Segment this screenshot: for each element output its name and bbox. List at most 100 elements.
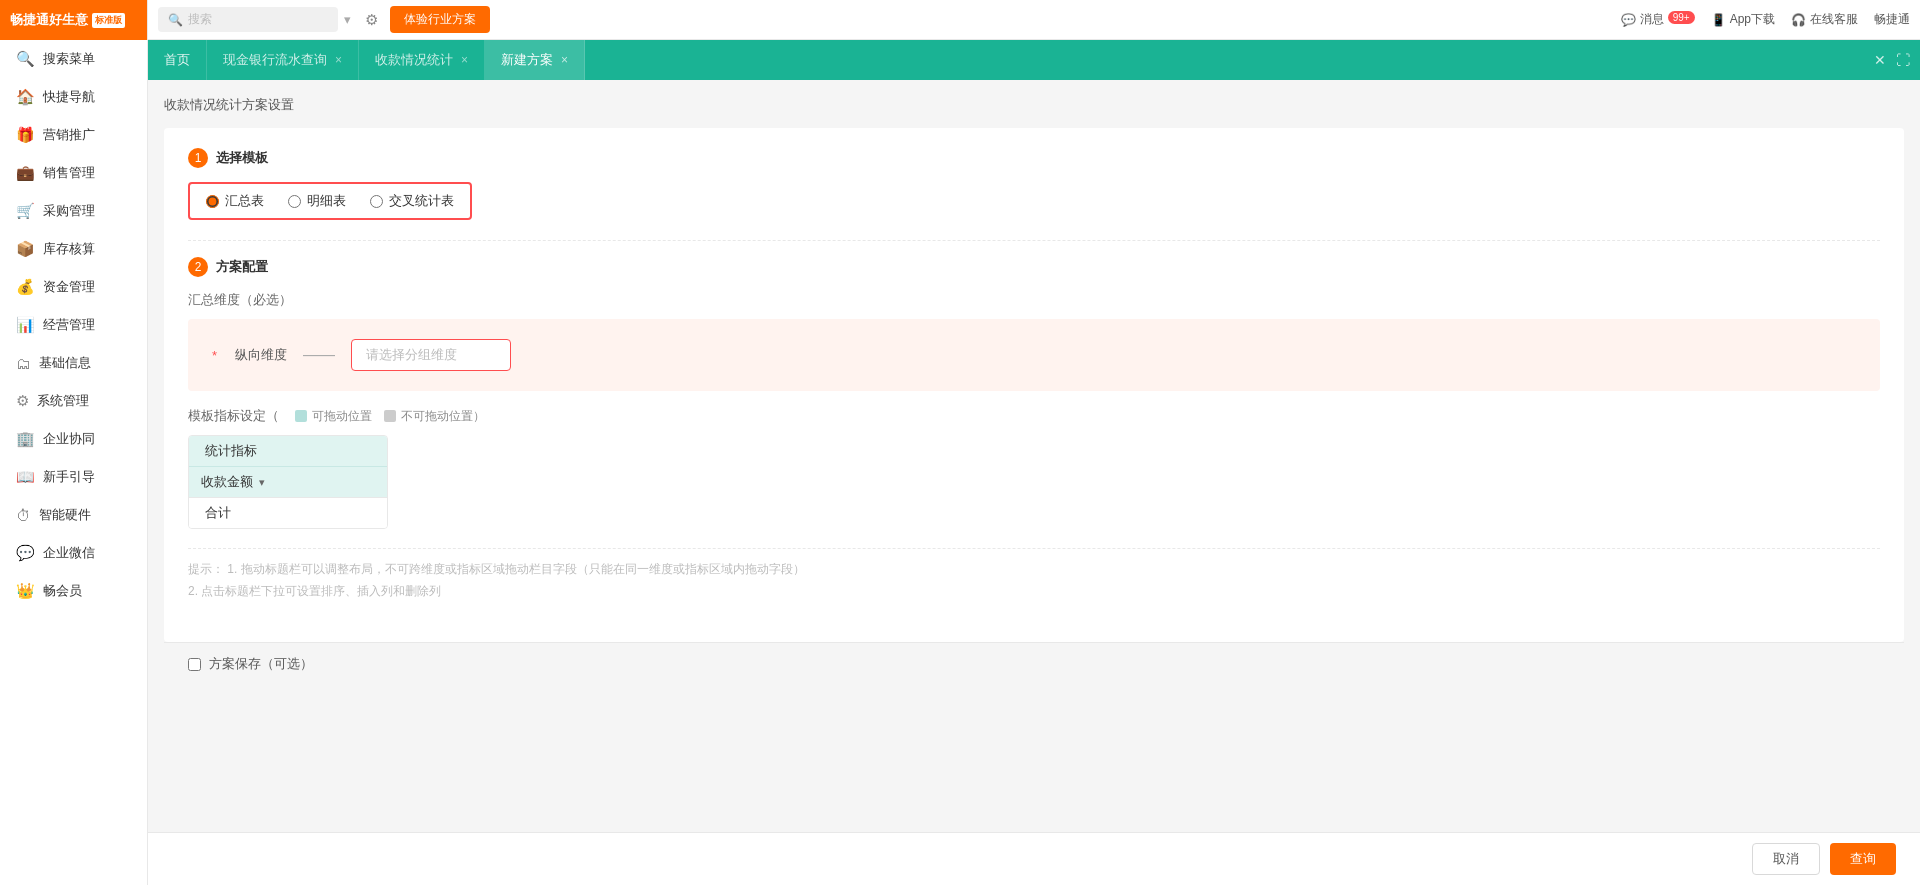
metrics-header: 模板指标设定（ 可拖动位置 不可拖动位置） (188, 407, 1880, 425)
tab-home-label: 首页 (164, 51, 190, 69)
tab-bank-flow[interactable]: 现金银行流水查询 × (207, 40, 359, 80)
online-service-button[interactable]: 🎧 在线客服 (1791, 11, 1858, 28)
sidebar-item-label: 库存核算 (43, 240, 95, 258)
user-name: 畅捷通 (1874, 11, 1910, 28)
sidebar-item-label: 资金管理 (43, 278, 95, 296)
sidebar-item-finance[interactable]: 💰 资金管理 (0, 268, 147, 306)
footer-section: 方案保存（可选） (164, 642, 1904, 685)
trial-industry-button[interactable]: 体验行业方案 (390, 6, 490, 33)
inventory-icon: 📦 (16, 240, 35, 258)
sidebar-item-label: 搜索菜单 (43, 50, 95, 68)
section-config: 2 方案配置 汇总维度（必选） * 纵向维度 —— 请选择分组维度 模板指标设定… (188, 257, 1880, 602)
legend-fixed-label: 不可拖动位置） (401, 408, 485, 425)
radio-summary-input[interactable] (206, 195, 219, 208)
sidebar-item-label: 快捷导航 (43, 88, 95, 106)
sidebar-item-label: 基础信息 (39, 354, 91, 372)
sidebar-item-sales[interactable]: 💼 销售管理 (0, 154, 147, 192)
tab-home[interactable]: 首页 (148, 40, 207, 80)
sidebar-item-purchase[interactable]: 🛒 采购管理 (0, 192, 147, 230)
tab-close-all-icon[interactable]: ✕ (1874, 52, 1886, 68)
sidebar-item-member[interactable]: 👑 畅会员 (0, 572, 147, 610)
tab-bank-flow-close-icon[interactable]: × (335, 53, 342, 67)
metrics-dropdown-label: 收款金额 (201, 473, 253, 491)
topbar: 🔍 搜索 ▾ ⚙ 体验行业方案 💬 消息 99+ 📱 App下载 🎧 在线客服 … (148, 0, 1920, 40)
save-plan-checkbox[interactable] (188, 658, 201, 671)
sidebar-item-label: 企业协同 (43, 430, 95, 448)
metrics-dropdown-row[interactable]: 收款金额 ▾ (189, 467, 387, 497)
home-icon: 🏠 (16, 88, 35, 106)
sidebar-item-label: 销售管理 (43, 164, 95, 182)
tabs-bar: 首页 现金银行流水查询 × 收款情况统计 × 新建方案 × ✕ ⛶ (148, 40, 1920, 80)
message-icon: 💬 (1621, 13, 1636, 27)
hint-text-1: 提示： 1. 拖动标题栏可以调整布局，不可跨维度或指标区域拖动栏目字段（只能在同… (188, 559, 1880, 581)
sidebar-item-inventory[interactable]: 📦 库存核算 (0, 230, 147, 268)
gift-icon: 🎁 (16, 126, 35, 144)
radio-cross-input[interactable] (370, 195, 383, 208)
basic-icon: 🗂 (16, 355, 31, 372)
tab-receipt-stats-close-icon[interactable]: × (461, 53, 468, 67)
tab-receipt-stats[interactable]: 收款情况统计 × (359, 40, 485, 80)
cancel-button[interactable]: 取消 (1752, 843, 1820, 875)
sidebar-item-wechat[interactable]: 💬 企业微信 (0, 534, 147, 572)
section-divider (188, 240, 1880, 241)
sales-icon: 💼 (16, 164, 35, 182)
page-content: 收款情况统计方案设置 1 选择模板 汇总表 明细表 (148, 80, 1920, 832)
operations-icon: 📊 (16, 316, 35, 334)
topbar-gear-icon[interactable]: ⚙ (365, 11, 378, 29)
radio-summary[interactable]: 汇总表 (206, 192, 264, 210)
sidebar-item-enterprise[interactable]: 🏢 企业协同 (0, 420, 147, 458)
section1-title: 选择模板 (216, 149, 268, 167)
section-template: 1 选择模板 汇总表 明细表 交叉统计表 (188, 148, 1880, 220)
wechat-icon: 💬 (16, 544, 35, 562)
page-title: 收款情况统计方案设置 (164, 96, 1904, 114)
sidebar-item-label: 新手引导 (43, 468, 95, 486)
radio-detail-input[interactable] (288, 195, 301, 208)
radio-detail-label: 明细表 (307, 192, 346, 210)
sidebar-item-label: 企业微信 (43, 544, 95, 562)
sidebar-item-operations[interactable]: 📊 经营管理 (0, 306, 147, 344)
section1-num: 1 (188, 148, 208, 168)
tab-new-plan[interactable]: 新建方案 × (485, 40, 585, 80)
service-label: 在线客服 (1810, 11, 1858, 28)
hints-section: 提示： 1. 拖动标题栏可以调整布局，不可跨维度或指标区域拖动栏目字段（只能在同… (188, 548, 1880, 602)
query-button[interactable]: 查询 (1830, 843, 1896, 875)
section2-header: 2 方案配置 (188, 257, 1880, 277)
topbar-search[interactable]: 🔍 搜索 (158, 7, 338, 32)
radio-summary-label: 汇总表 (225, 192, 264, 210)
topbar-dropdown-arrow[interactable]: ▾ (344, 12, 351, 27)
notification-badge: 99+ (1668, 11, 1695, 24)
hint-text-2: 2. 点击标题栏下拉可设置排序、插入列和删除列 (188, 581, 1880, 603)
metrics-total-row: 合计 (189, 497, 387, 528)
footer-save-row: 方案保存（可选） (188, 655, 1880, 673)
logo-badge: 标准版 (92, 13, 125, 28)
download-label: App下载 (1730, 11, 1775, 28)
tab-new-plan-label: 新建方案 (501, 51, 553, 69)
sidebar-item-basic[interactable]: 🗂 基础信息 (0, 344, 147, 382)
radio-cross[interactable]: 交叉统计表 (370, 192, 454, 210)
sidebar-item-system[interactable]: ⚙ 系统管理 (0, 382, 147, 420)
notifications-button[interactable]: 💬 消息 99+ (1621, 11, 1695, 28)
radio-detail[interactable]: 明细表 (288, 192, 346, 210)
radio-cross-label: 交叉统计表 (389, 192, 454, 210)
fixed-color-swatch (384, 410, 396, 422)
enterprise-icon: 🏢 (16, 430, 35, 448)
topbar-right: 💬 消息 99+ 📱 App下载 🎧 在线客服 畅捷通 (1621, 11, 1910, 28)
sidebar-item-label: 经营管理 (43, 316, 95, 334)
sidebar-item-guide[interactable]: 📖 新手引导 (0, 458, 147, 496)
tab-new-plan-close-icon[interactable]: × (561, 53, 568, 67)
tabs-end-controls: ✕ ⛶ (1864, 40, 1920, 80)
metrics-dropdown-arrow-icon[interactable]: ▾ (259, 476, 265, 489)
dimension-arrow-icon: —— (303, 346, 335, 364)
sidebar-item-quick-nav[interactable]: 🏠 快捷导航 (0, 78, 147, 116)
tab-bank-flow-label: 现金银行流水查询 (223, 51, 327, 69)
app-download-button[interactable]: 📱 App下载 (1711, 11, 1775, 28)
search-menu-icon: 🔍 (16, 50, 35, 68)
sidebar-item-marketing[interactable]: 🎁 营销推广 (0, 116, 147, 154)
dimension-select-input[interactable]: 请选择分组维度 (351, 339, 511, 371)
sidebar-item-search-menu[interactable]: 🔍 搜索菜单 (0, 40, 147, 78)
download-icon: 📱 (1711, 13, 1726, 27)
main-area: 🔍 搜索 ▾ ⚙ 体验行业方案 💬 消息 99+ 📱 App下载 🎧 在线客服 … (148, 0, 1920, 885)
system-icon: ⚙ (16, 392, 29, 410)
sidebar-item-hardware[interactable]: ⏱ 智能硬件 (0, 496, 147, 534)
tab-expand-icon[interactable]: ⛶ (1896, 52, 1910, 68)
